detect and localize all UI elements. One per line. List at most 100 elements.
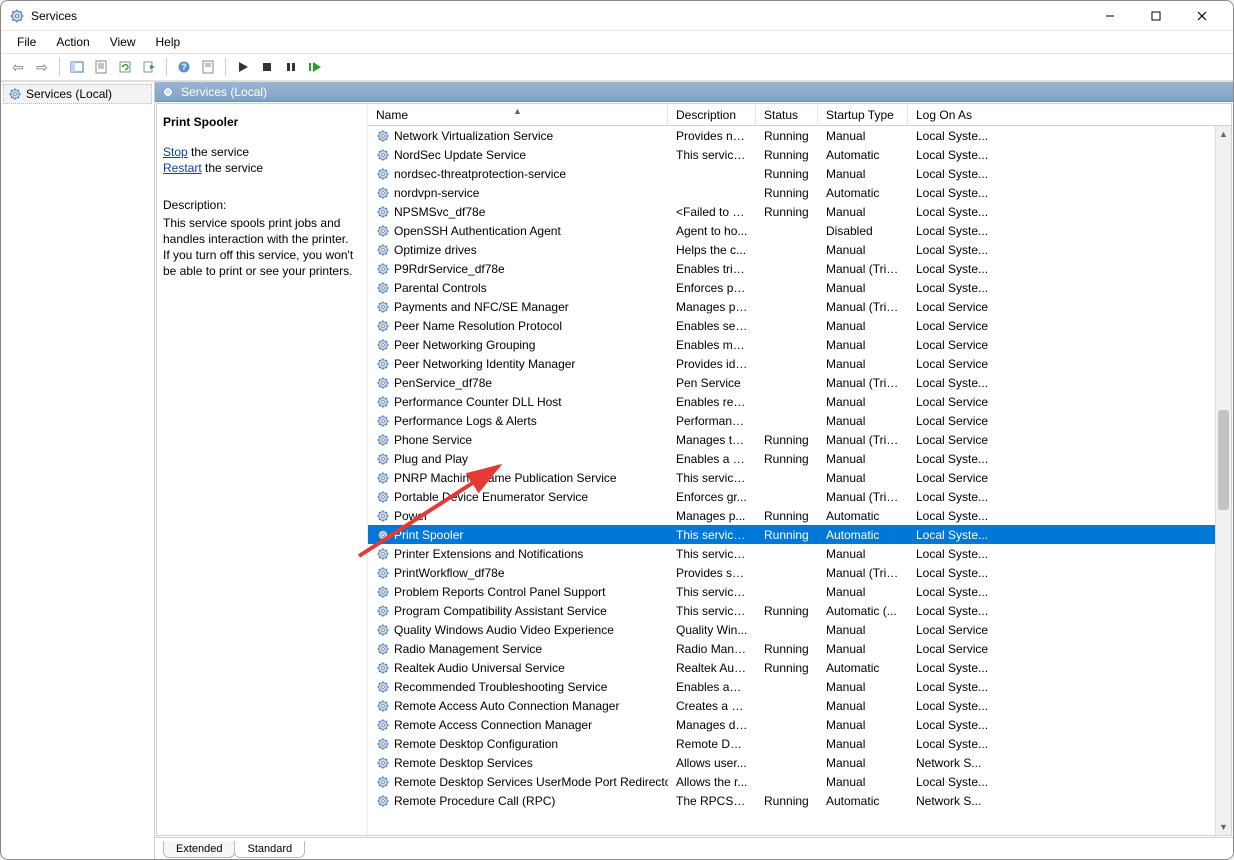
gear-icon bbox=[161, 85, 175, 99]
service-row[interactable]: Remote Desktop Services UserMode Port Re… bbox=[368, 772, 1231, 791]
tree-node-services-local[interactable]: Services (Local) bbox=[3, 84, 152, 104]
show-hide-tree-button[interactable] bbox=[66, 56, 88, 78]
restart-service-button[interactable] bbox=[304, 56, 326, 78]
cell-name: Portable Device Enumerator Service bbox=[368, 490, 668, 504]
service-row[interactable]: PowerManages p...RunningAutomaticLocal S… bbox=[368, 506, 1231, 525]
menu-file[interactable]: File bbox=[7, 33, 46, 51]
tab-extended[interactable]: Extended bbox=[163, 841, 235, 858]
cell-name: OpenSSH Authentication Agent bbox=[368, 224, 668, 238]
column-header-description[interactable]: Description bbox=[668, 104, 756, 125]
tree-node-label: Services (Local) bbox=[26, 87, 112, 101]
service-row[interactable]: Radio Management ServiceRadio Mana...Run… bbox=[368, 639, 1231, 658]
selected-service-name: Print Spooler bbox=[163, 114, 355, 130]
service-row[interactable]: Recommended Troubleshooting ServiceEnabl… bbox=[368, 677, 1231, 696]
start-service-button[interactable] bbox=[232, 56, 254, 78]
service-row[interactable]: Portable Device Enumerator ServiceEnforc… bbox=[368, 487, 1231, 506]
service-row[interactable]: Remote Access Connection ManagerManages … bbox=[368, 715, 1231, 734]
properties-button[interactable] bbox=[90, 56, 112, 78]
service-row[interactable]: Remote Procedure Call (RPC)The RPCSS s..… bbox=[368, 791, 1231, 810]
stop-service-button[interactable] bbox=[256, 56, 278, 78]
gear-icon bbox=[376, 243, 390, 257]
service-name-text: nordvpn-service bbox=[394, 186, 479, 200]
service-row[interactable]: PNRP Machine Name Publication ServiceThi… bbox=[368, 468, 1231, 487]
stop-service-link[interactable]: Stop bbox=[163, 145, 188, 159]
menu-help[interactable]: Help bbox=[146, 33, 191, 51]
menu-view[interactable]: View bbox=[100, 33, 146, 51]
cell-status: Running bbox=[756, 642, 818, 656]
gear-icon bbox=[376, 319, 390, 333]
cell-startup: Automatic bbox=[818, 509, 908, 523]
service-row[interactable]: Peer Networking Identity ManagerProvides… bbox=[368, 354, 1231, 373]
cell-status: Running bbox=[756, 528, 818, 542]
vertical-scrollbar[interactable]: ▲ ▼ bbox=[1215, 126, 1231, 835]
service-row[interactable]: Program Compatibility Assistant ServiceT… bbox=[368, 601, 1231, 620]
service-row[interactable]: Payments and NFC/SE ManagerManages pa...… bbox=[368, 297, 1231, 316]
service-row[interactable]: Remote Desktop ServicesAllows user...Man… bbox=[368, 753, 1231, 772]
service-row[interactable]: OpenSSH Authentication AgentAgent to ho.… bbox=[368, 221, 1231, 240]
service-row[interactable]: Performance Counter DLL HostEnables rem.… bbox=[368, 392, 1231, 411]
service-row[interactable]: P9RdrService_df78eEnables trig...Manual … bbox=[368, 259, 1231, 278]
service-name-text: Peer Networking Grouping bbox=[394, 338, 535, 352]
maximize-button[interactable] bbox=[1133, 1, 1179, 31]
service-row[interactable]: Printer Extensions and NotificationsThis… bbox=[368, 544, 1231, 563]
cell-name: Remote Desktop Services UserMode Port Re… bbox=[368, 775, 668, 789]
menu-action[interactable]: Action bbox=[46, 33, 99, 51]
service-row[interactable]: NordSec Update ServiceThis service ...Ru… bbox=[368, 145, 1231, 164]
gear-icon bbox=[376, 737, 390, 751]
gear-icon bbox=[376, 376, 390, 390]
gear-icon bbox=[376, 338, 390, 352]
service-row[interactable]: Problem Reports Control Panel SupportThi… bbox=[368, 582, 1231, 601]
cell-name: Performance Counter DLL Host bbox=[368, 395, 668, 409]
column-header-status[interactable]: Status bbox=[756, 104, 818, 125]
forward-button[interactable]: ⇨ bbox=[31, 56, 53, 78]
service-row[interactable]: Plug and PlayEnables a c...RunningManual… bbox=[368, 449, 1231, 468]
toolbar: ⇦ ⇨ ? bbox=[1, 53, 1233, 81]
gear-icon bbox=[376, 547, 390, 561]
gear-icon bbox=[376, 357, 390, 371]
service-row[interactable]: NPSMSvc_df78e<Failed to R...RunningManua… bbox=[368, 202, 1231, 221]
service-row[interactable]: Network Virtualization ServiceProvides n… bbox=[368, 126, 1231, 145]
service-name-text: Peer Networking Identity Manager bbox=[394, 357, 575, 371]
scroll-up-icon[interactable]: ▲ bbox=[1216, 126, 1231, 142]
cell-logon: Local Syste... bbox=[908, 566, 998, 580]
column-header-startup[interactable]: Startup Type bbox=[818, 104, 908, 125]
service-row[interactable]: Peer Name Resolution ProtocolEnables ser… bbox=[368, 316, 1231, 335]
service-row[interactable]: Realtek Audio Universal ServiceRealtek A… bbox=[368, 658, 1231, 677]
pause-service-button[interactable] bbox=[280, 56, 302, 78]
cell-name: nordsec-threatprotection-service bbox=[368, 167, 668, 181]
service-row[interactable]: Parental ControlsEnforces pa...ManualLoc… bbox=[368, 278, 1231, 297]
export-button[interactable] bbox=[138, 56, 160, 78]
service-row[interactable]: Phone ServiceManages th...RunningManual … bbox=[368, 430, 1231, 449]
service-row[interactable]: PrintWorkflow_df78eProvides su...Manual … bbox=[368, 563, 1231, 582]
help-button[interactable]: ? bbox=[173, 56, 195, 78]
cell-name: P9RdrService_df78e bbox=[368, 262, 668, 276]
column-header-logon[interactable]: Log On As bbox=[908, 104, 998, 125]
service-row[interactable]: nordsec-threatprotection-serviceRunningM… bbox=[368, 164, 1231, 183]
service-row[interactable]: Remote Desktop ConfigurationRemote Des..… bbox=[368, 734, 1231, 753]
action-button[interactable] bbox=[197, 56, 219, 78]
restart-service-link[interactable]: Restart bbox=[163, 161, 202, 175]
service-row[interactable]: Remote Access Auto Connection ManagerCre… bbox=[368, 696, 1231, 715]
cell-startup: Manual (Trig... bbox=[818, 490, 908, 504]
scrollbar-thumb[interactable] bbox=[1218, 410, 1229, 510]
back-button[interactable]: ⇦ bbox=[7, 56, 29, 78]
service-row[interactable]: Optimize drivesHelps the c...ManualLocal… bbox=[368, 240, 1231, 259]
cell-logon: Local Syste... bbox=[908, 547, 998, 561]
refresh-button[interactable] bbox=[114, 56, 136, 78]
service-row[interactable]: Print SpoolerThis service ...RunningAuto… bbox=[368, 525, 1231, 544]
minimize-button[interactable] bbox=[1087, 1, 1133, 31]
service-row[interactable]: Quality Windows Audio Video ExperienceQu… bbox=[368, 620, 1231, 639]
cell-startup: Manual bbox=[818, 642, 908, 656]
service-name-text: Remote Access Connection Manager bbox=[394, 718, 592, 732]
tab-standard[interactable]: Standard bbox=[234, 841, 305, 858]
cell-name: Remote Procedure Call (RPC) bbox=[368, 794, 668, 808]
column-header-name[interactable]: Name ▲ bbox=[368, 104, 668, 125]
cell-description: Enables aut... bbox=[668, 680, 756, 694]
service-row[interactable]: nordvpn-serviceRunningAutomaticLocal Sys… bbox=[368, 183, 1231, 202]
close-button[interactable] bbox=[1179, 1, 1225, 31]
service-name-text: Optimize drives bbox=[394, 243, 477, 257]
service-row[interactable]: PenService_df78ePen ServiceManual (Trig.… bbox=[368, 373, 1231, 392]
service-row[interactable]: Performance Logs & AlertsPerformanc...Ma… bbox=[368, 411, 1231, 430]
service-row[interactable]: Peer Networking GroupingEnables mul...Ma… bbox=[368, 335, 1231, 354]
scroll-down-icon[interactable]: ▼ bbox=[1216, 819, 1231, 835]
